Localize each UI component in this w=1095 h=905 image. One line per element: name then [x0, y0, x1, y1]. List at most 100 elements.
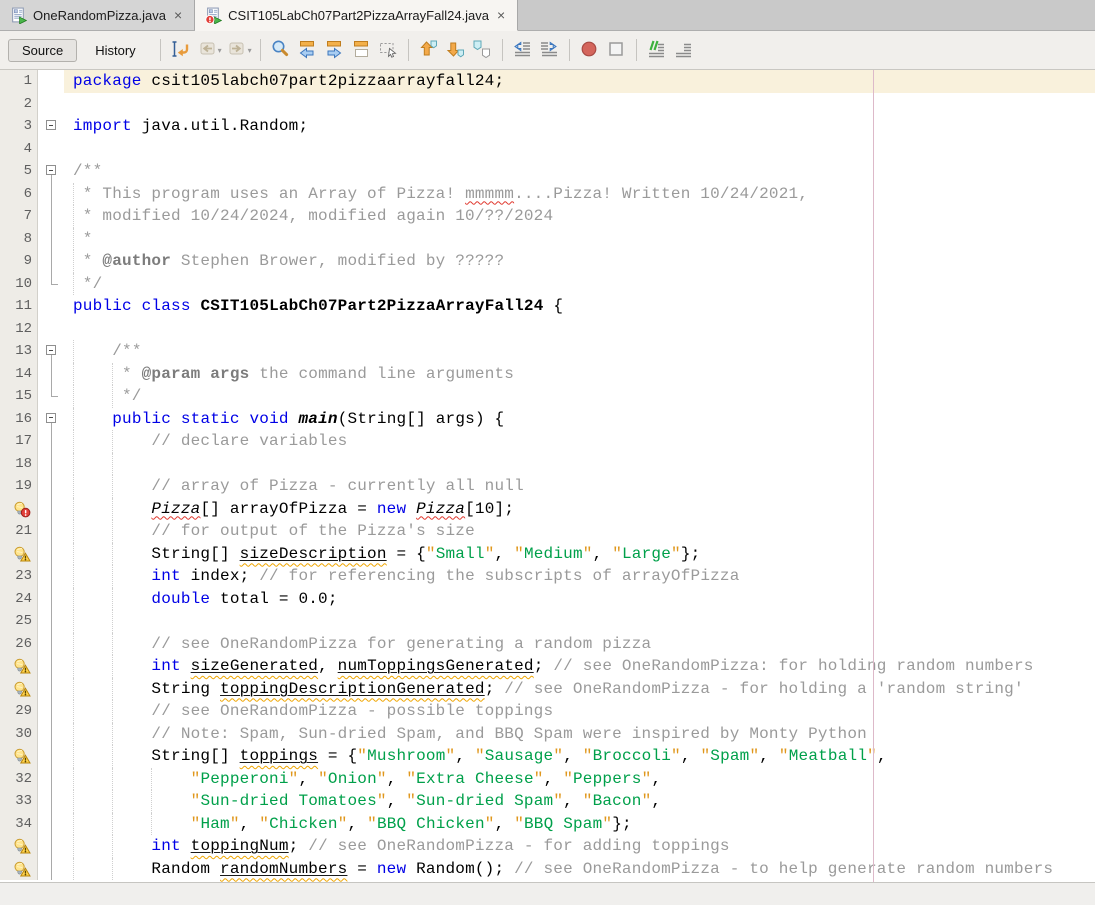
code-line[interactable]: 33 "Sun-dried Tomatoes", "Sun-dried Spam…	[0, 790, 1095, 813]
line-number-gutter[interactable]: 17	[0, 430, 38, 453]
code-line[interactable]: 29 // see OneRandomPizza - possible topp…	[0, 700, 1095, 723]
code-text[interactable]	[64, 138, 1095, 161]
code-line[interactable]: String toppingDescriptionGenerated; // s…	[0, 677, 1095, 700]
line-number-gutter[interactable]: 2	[0, 92, 38, 115]
code-line[interactable]: 10 */	[0, 272, 1095, 295]
code-fold-gutter[interactable]	[38, 137, 64, 160]
code-fold-gutter[interactable]	[38, 407, 64, 430]
code-text[interactable]: // see OneRandomPizza - possible topping…	[64, 700, 1095, 723]
shift-line-left-button[interactable]	[509, 37, 536, 63]
code-line[interactable]: 5 /**	[0, 160, 1095, 183]
line-number-gutter[interactable]: 1	[0, 70, 38, 93]
fold-collapse-icon[interactable]	[46, 165, 56, 175]
code-fold-gutter[interactable]	[38, 835, 64, 858]
code-line[interactable]: 17 // declare variables	[0, 430, 1095, 453]
start-macro-recording-button[interactable]	[576, 37, 603, 63]
code-text[interactable]: int sizeGenerated, numToppingsGenerated;…	[64, 655, 1095, 678]
code-text[interactable]	[64, 93, 1095, 116]
code-line[interactable]: 32 "Pepperoni", "Onion", "Extra Cheese",…	[0, 767, 1095, 790]
code-text[interactable]: // array of Pizza - currently all null	[64, 475, 1095, 498]
line-number-gutter[interactable]: 7	[0, 205, 38, 228]
code-fold-gutter[interactable]	[38, 182, 64, 205]
code-fold-gutter[interactable]	[38, 430, 64, 453]
code-fold-gutter[interactable]	[38, 497, 64, 520]
code-line[interactable]: 24 double total = 0.0;	[0, 587, 1095, 610]
code-text[interactable]: *	[64, 227, 1095, 250]
line-number-gutter[interactable]: 16	[0, 407, 38, 430]
code-fold-gutter[interactable]	[38, 475, 64, 498]
code-fold-gutter[interactable]	[38, 677, 64, 700]
back-dropdown-caret[interactable]: ▾	[218, 46, 222, 55]
line-number-gutter[interactable]: 4	[0, 137, 38, 160]
code-text[interactable]: import java.util.Random;	[64, 115, 1095, 138]
code-line[interactable]: 12	[0, 317, 1095, 341]
code-text[interactable]: String toppingDescriptionGenerated; // s…	[64, 677, 1095, 700]
code-text[interactable]: * @param args the command line arguments	[64, 362, 1095, 385]
line-number-gutter[interactable]: 11	[0, 295, 38, 318]
line-number-gutter[interactable]: 15	[0, 385, 38, 408]
code-text[interactable]: /**	[64, 160, 1095, 183]
forward-button[interactable]	[224, 37, 251, 63]
code-fold-gutter[interactable]	[38, 317, 64, 340]
line-number-gutter[interactable]: 25	[0, 610, 38, 633]
code-text[interactable]: String[] toppings = {"Mushroom", "Sausag…	[64, 745, 1095, 768]
code-text[interactable]: Random randomNumbers = new Random(); // …	[64, 857, 1095, 880]
code-line[interactable]: 16 public static void main(String[] args…	[0, 407, 1095, 430]
code-text[interactable]	[64, 610, 1095, 633]
code-fold-gutter[interactable]	[38, 340, 64, 363]
line-number-gutter[interactable]: 19	[0, 475, 38, 498]
code-line[interactable]: 4	[0, 137, 1095, 161]
code-fold-gutter[interactable]	[38, 227, 64, 250]
code-text[interactable]: // Note: Spam, Sun-dried Spam, and BBQ S…	[64, 722, 1095, 745]
line-number-gutter[interactable]: 5	[0, 160, 38, 183]
line-number-gutter[interactable]	[0, 677, 38, 700]
line-number-gutter[interactable]: 3	[0, 115, 38, 138]
code-fold-gutter[interactable]	[38, 700, 64, 723]
code-fold-gutter[interactable]	[38, 160, 64, 183]
code-line[interactable]: 3 import java.util.Random;	[0, 115, 1095, 138]
toggle-bookmark-button[interactable]	[469, 37, 496, 63]
code-text[interactable]: */	[64, 272, 1095, 295]
code-fold-gutter[interactable]	[38, 385, 64, 408]
line-number-gutter[interactable]: 10	[0, 272, 38, 295]
code-fold-gutter[interactable]	[38, 295, 64, 318]
code-fold-gutter[interactable]	[38, 452, 64, 475]
code-line[interactable]: 14 * @param args the command line argume…	[0, 362, 1095, 385]
line-number-gutter[interactable]: 32	[0, 767, 38, 790]
code-fold-gutter[interactable]	[38, 115, 64, 138]
line-number-gutter[interactable]: 14	[0, 362, 38, 385]
code-fold-gutter[interactable]	[38, 250, 64, 273]
code-text[interactable]: int index; // for referencing the subscr…	[64, 565, 1095, 588]
code-line[interactable]: Pizza[] arrayOfPizza = new Pizza[10];	[0, 497, 1095, 520]
code-fold-gutter[interactable]	[38, 272, 64, 295]
back-button[interactable]	[194, 37, 221, 63]
code-line[interactable]: 7 * modified 10/24/2024, modified again …	[0, 205, 1095, 228]
line-number-gutter[interactable]: 33	[0, 790, 38, 813]
line-number-gutter[interactable]: 13	[0, 340, 38, 363]
line-number-gutter[interactable]	[0, 542, 38, 565]
shift-line-right-button[interactable]	[536, 37, 563, 63]
code-text[interactable]	[64, 318, 1095, 341]
line-number-gutter[interactable]: 26	[0, 632, 38, 655]
code-line[interactable]: 23 int index; // for referencing the sub…	[0, 565, 1095, 588]
code-fold-gutter[interactable]	[38, 767, 64, 790]
code-text[interactable]	[64, 452, 1095, 475]
source-view-button[interactable]: Source	[8, 38, 78, 62]
close-tab-icon[interactable]: ×	[172, 8, 184, 22]
find-next-button[interactable]	[321, 37, 348, 63]
code-text[interactable]: public static void main(String[] args) {	[64, 407, 1095, 430]
uncomment-button[interactable]	[670, 37, 697, 63]
line-number-gutter[interactable]: 23	[0, 565, 38, 588]
code-line[interactable]: 26 // see OneRandomPizza for generating …	[0, 632, 1095, 655]
code-text[interactable]: * modified 10/24/2024, modified again 10…	[64, 205, 1095, 228]
fold-collapse-icon[interactable]	[46, 345, 56, 355]
forward-dropdown-caret[interactable]: ▾	[248, 46, 252, 55]
code-line[interactable]: String[] sizeDescription = {"Small", "Me…	[0, 542, 1095, 565]
code-line[interactable]: 30 // Note: Spam, Sun-dried Spam, and BB…	[0, 722, 1095, 745]
code-line[interactable]: String[] toppings = {"Mushroom", "Sausag…	[0, 745, 1095, 768]
code-text[interactable]: "Ham", "Chicken", "BBQ Chicken", "BBQ Sp…	[64, 812, 1095, 835]
code-line[interactable]: 6 * This program uses an Array of Pizza!…	[0, 182, 1095, 205]
warning-hint-icon[interactable]	[12, 860, 31, 883]
editor-tab[interactable]: OneRandomPizza.java ×	[0, 0, 196, 30]
code-text[interactable]: * @author Stephen Brower, modified by ??…	[64, 250, 1095, 273]
